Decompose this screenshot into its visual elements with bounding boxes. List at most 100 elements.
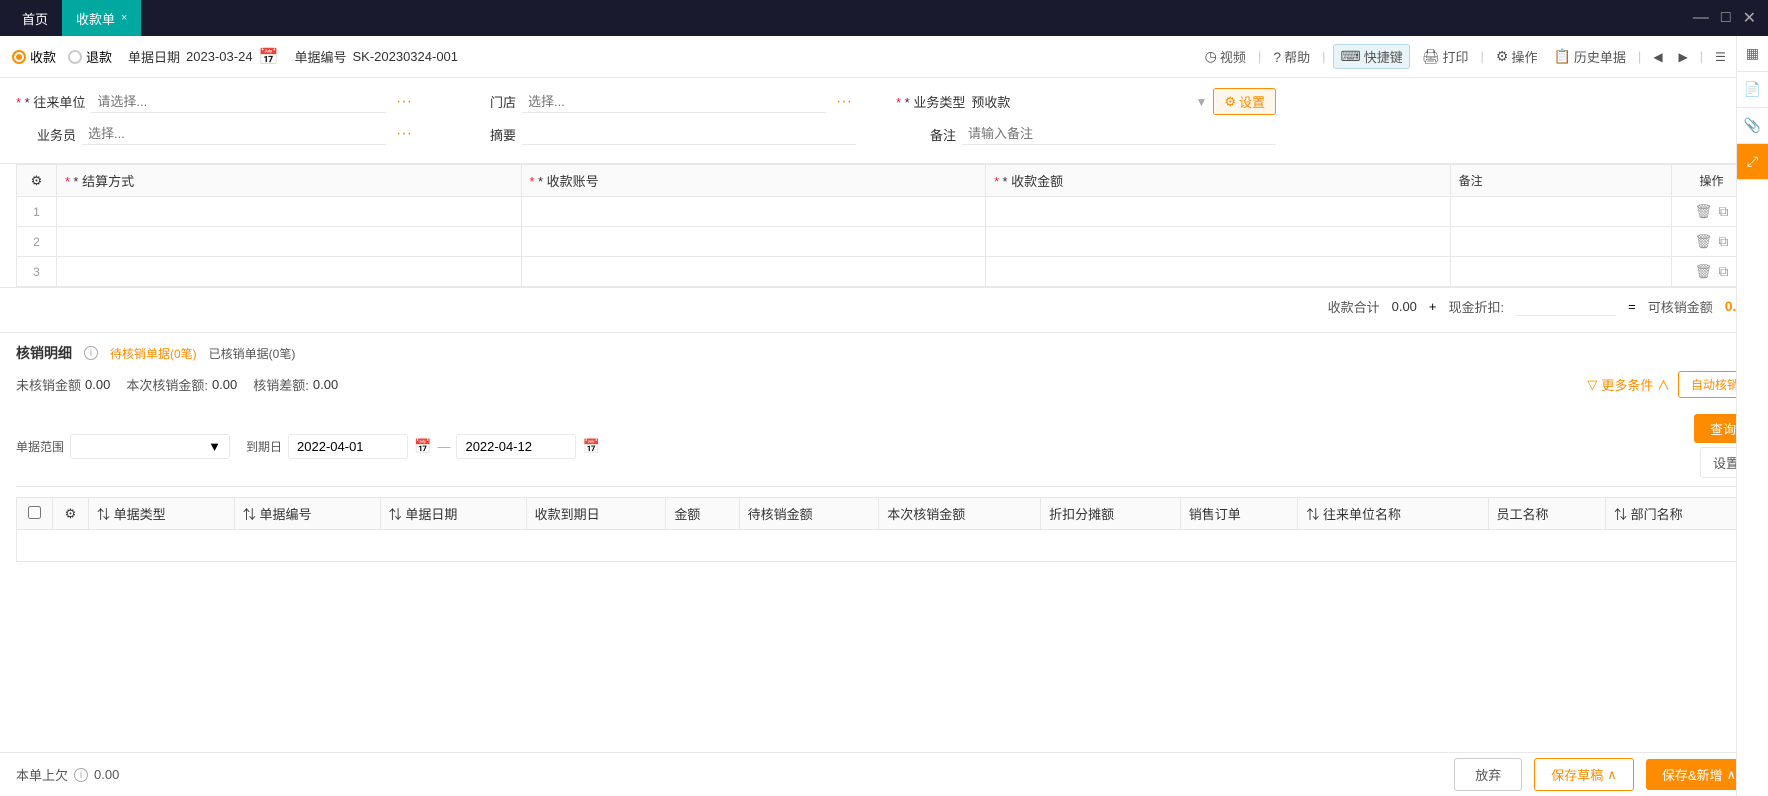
store-label: 门店 [456, 92, 516, 111]
receipt-table: ⚙ * * 结算方式 * * 收款账号 * * 收款金额 备注 操作 [16, 164, 1752, 287]
radio-refund[interactable]: 退款 [68, 47, 112, 66]
row-1-settlement[interactable] [57, 197, 522, 227]
row-3-copy-icon[interactable]: ⧉ [1718, 263, 1728, 280]
salesman-input[interactable] [82, 123, 386, 145]
nav-tab-label: 收款单 [76, 9, 115, 28]
verify-info-icon[interactable]: i [84, 346, 98, 360]
stat-uncanceled: 未核销金额 0.00 [16, 375, 110, 394]
toolbar: 收款 退款 单据日期 2023-03-24 📅 单据编号 SK-20230324… [0, 36, 1768, 78]
operations-btn[interactable]: ⚙ 操作 [1492, 45, 1542, 68]
row-3-delete-icon[interactable]: 🗑 [1695, 263, 1713, 280]
more-conditions-btn[interactable]: ▽ 更多条件 ∧ [1587, 375, 1670, 394]
row-1-account[interactable] [521, 197, 986, 227]
operations-label: 操作 [1511, 47, 1537, 66]
discount-input[interactable] [1516, 296, 1616, 316]
radio-receipt[interactable]: 收款 [12, 47, 56, 66]
lower-col-amount-header: 金额 [666, 498, 739, 530]
help-label: 帮助 [1284, 47, 1310, 66]
business-type-select[interactable]: 预收款 ▼ [971, 92, 1207, 111]
business-type-field: * * 业务类型 预收款 ▼ ⚙ 设置 [896, 88, 1276, 115]
lower-col-type-header: ⇅ 单据类型 [89, 498, 235, 530]
bottom-bar: 本单上欠 i 0.00 放弃 保存草稿 ∧ 保存&新增 ∧ [0, 752, 1768, 796]
shortcut-icon: ⌨ [1340, 48, 1360, 65]
salesman-more-btn[interactable]: ··· [392, 125, 416, 143]
sidebar-expand-icon[interactable]: ⤢ [1737, 144, 1768, 180]
row-3-amount[interactable] [986, 257, 1451, 287]
row-2-remark[interactable] [1450, 227, 1671, 257]
row-2-settlement[interactable] [57, 227, 522, 257]
counterparty-input[interactable] [91, 91, 386, 113]
operations-icon: ⚙ [1496, 48, 1509, 65]
to-date-input[interactable] [456, 434, 576, 459]
date-value: 2023-03-24 [186, 49, 253, 64]
col-account-header: * * 收款账号 [521, 165, 986, 197]
row-1-remark[interactable] [1450, 197, 1671, 227]
close-tab-icon[interactable]: × [121, 12, 127, 24]
summary-input[interactable] [522, 123, 856, 145]
print-icon: 🖨 [1422, 48, 1440, 65]
prev-btn[interactable]: ◀ [1649, 48, 1666, 66]
settings-btn[interactable]: ⚙ 设置 [1213, 88, 1276, 115]
shortcut-btn[interactable]: ⌨ 快捷键 [1333, 44, 1409, 69]
window-controls: — □ ✕ [1689, 6, 1760, 30]
row-3-settlement[interactable] [57, 257, 522, 287]
range-arrow-icon: ▼ [208, 439, 221, 454]
nav-tab-receipt[interactable]: 收款单 × [62, 0, 141, 36]
remark-input[interactable] [962, 123, 1276, 145]
row-1-amount[interactable] [986, 197, 1451, 227]
verify-tab-done[interactable]: 已核销单据(0笔) [209, 345, 296, 362]
remark-label: 备注 [896, 125, 956, 144]
table-gear-icon[interactable]: ⚙ [31, 173, 43, 188]
to-date-cal-icon[interactable]: 📅 [582, 438, 599, 455]
range-select[interactable]: ▼ [70, 434, 230, 459]
row-1-delete-icon[interactable]: 🗑 [1695, 203, 1713, 220]
save-draft-btn[interactable]: 保存草稿 ∧ [1534, 758, 1634, 791]
plus-label: + [1429, 299, 1437, 314]
lower-gear-icon[interactable]: ⚙ [65, 506, 77, 521]
table-row: 2 🗑 ⧉ [17, 227, 1752, 257]
nav-home[interactable]: 首页 [8, 0, 62, 36]
row-3-account[interactable] [521, 257, 986, 287]
help-btn[interactable]: ? 帮助 [1269, 45, 1314, 68]
maximize-icon[interactable]: □ [1717, 7, 1735, 29]
lower-col-employee-header: 员工名称 [1488, 498, 1606, 530]
video-btn[interactable]: ◷ 视频 [1201, 45, 1250, 68]
sidebar-doc-icon[interactable]: 📄 [1737, 72, 1768, 108]
lower-sort-icon-num: ⇅ [243, 507, 260, 522]
sidebar-table-icon[interactable]: ▦ [1737, 36, 1768, 72]
row-2-amount[interactable] [986, 227, 1451, 257]
bottom-local-label: 本单上欠 [16, 765, 68, 784]
business-type-value: 预收款 [971, 92, 1010, 111]
row-3-remark[interactable] [1450, 257, 1671, 287]
settings-gear-icon: ⚙ [1224, 94, 1236, 110]
form-row-2: 业务员 ··· 摘要 备注 [16, 123, 1752, 145]
lower-table-section: ⚙ ⇅ 单据类型 ⇅ 单据编号 ⇅ 单据日期 收款 [0, 497, 1768, 562]
print-btn[interactable]: 🖨 打印 [1418, 45, 1473, 68]
from-date-input[interactable] [288, 434, 408, 459]
verify-tab-pending[interactable]: 待核销单据(0笔) [110, 345, 197, 362]
store-more-btn[interactable]: ··· [832, 93, 856, 111]
next-btn[interactable]: ▶ [1675, 48, 1692, 66]
salesman-field: 业务员 ··· [16, 123, 416, 145]
store-input[interactable] [522, 91, 826, 113]
lower-col-salesorder-header: 销售订单 [1180, 498, 1298, 530]
select-all-checkbox[interactable] [28, 506, 41, 519]
row-2-delete-icon[interactable]: 🗑 [1695, 233, 1713, 250]
radio-receipt-dot [12, 50, 26, 64]
history-btn[interactable]: 📋 历史单据 [1549, 45, 1629, 68]
row-1-copy-icon[interactable]: ⧉ [1718, 203, 1728, 220]
row-2-copy-icon[interactable]: ⧉ [1718, 233, 1728, 250]
calendar-icon[interactable]: 📅 [259, 47, 279, 67]
due-date-field: 到期日 📅 — 📅 [246, 434, 600, 459]
row-2-account[interactable] [521, 227, 986, 257]
lower-col-date-header: ⇅ 单据日期 [380, 498, 526, 530]
close-icon[interactable]: ✕ [1739, 6, 1760, 30]
from-date-cal-icon[interactable]: 📅 [414, 438, 431, 455]
counterparty-more-btn[interactable]: ··· [392, 93, 416, 111]
lower-col-gear-header[interactable]: ⚙ [53, 498, 89, 530]
sidebar-attachment-icon[interactable]: 📎 [1737, 108, 1768, 144]
bottom-info-icon[interactable]: i [74, 768, 88, 782]
minimize-icon[interactable]: — [1689, 7, 1713, 29]
list-view-btn[interactable]: ☰ [1711, 48, 1730, 66]
abandon-btn[interactable]: 放弃 [1454, 758, 1522, 791]
